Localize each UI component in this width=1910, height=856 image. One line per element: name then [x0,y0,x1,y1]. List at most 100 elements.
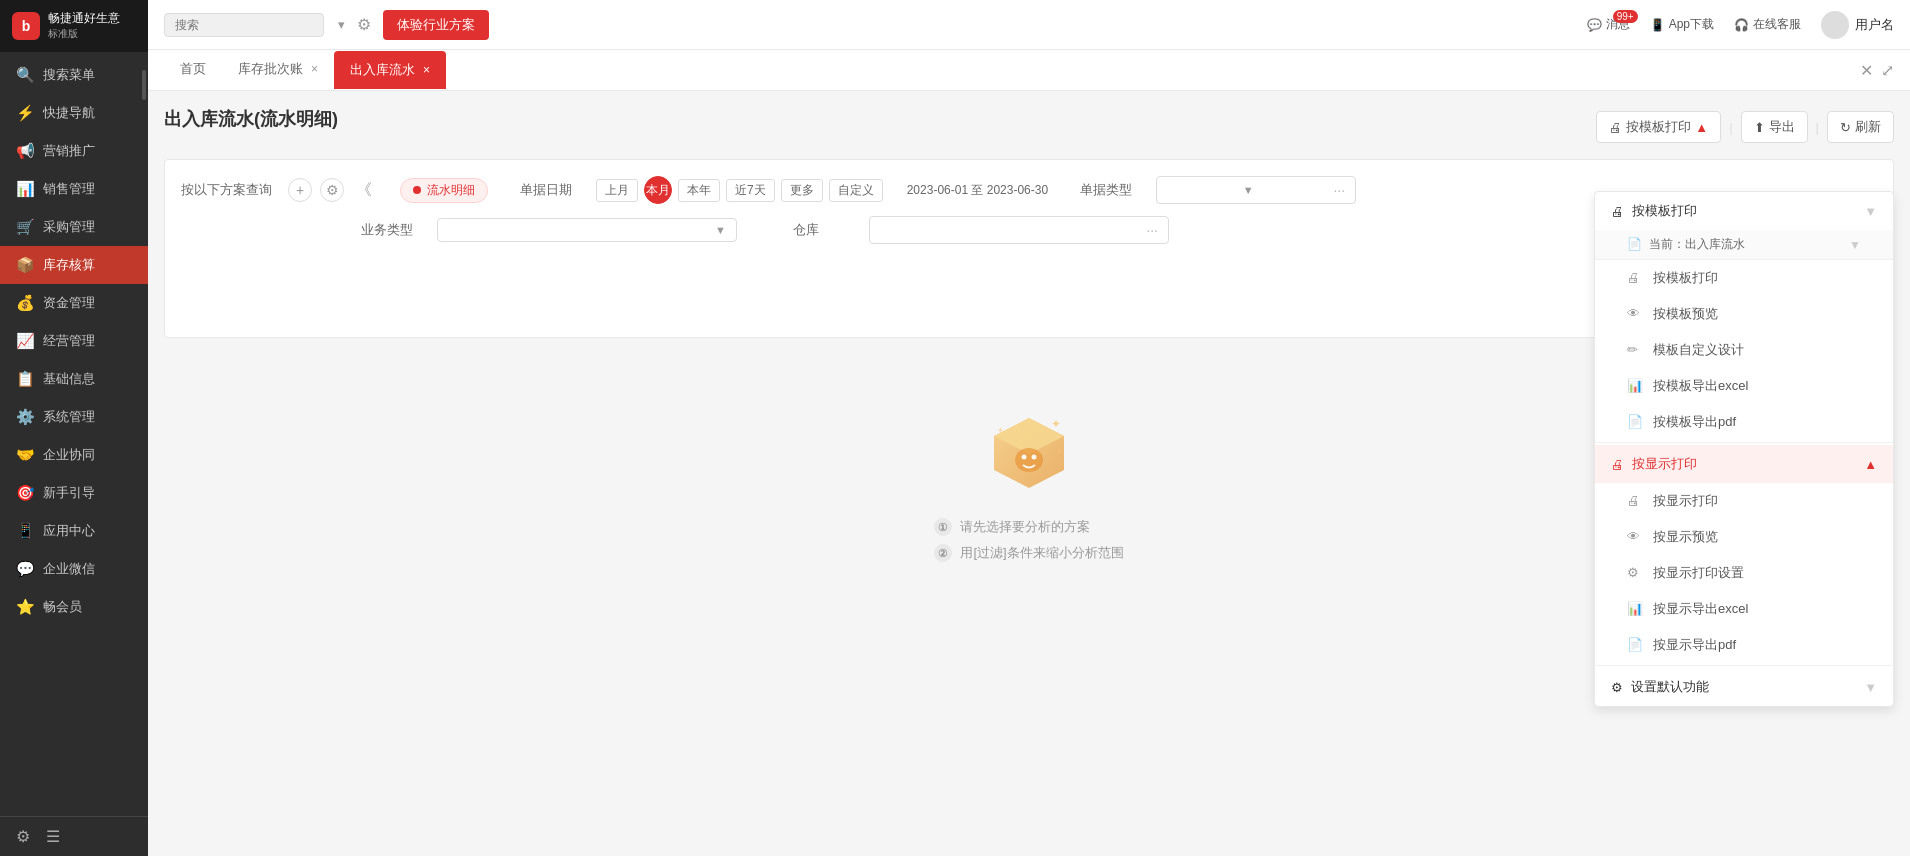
message-icon: 💬 [1587,18,1602,32]
sidebar-item-cooperation[interactable]: 🤝 企业协同 [0,436,148,474]
sidebar-item-app-center[interactable]: 📱 应用中心 [0,512,148,550]
operation-icon: 📈 [16,332,35,350]
sidebar-item-marketing[interactable]: 📢 营销推广 [0,132,148,170]
settings-footer-btn[interactable]: ⚙ [16,827,30,846]
sidebar-item-member[interactable]: ⭐ 畅会员 [0,588,148,626]
template-export-excel-item[interactable]: 📊 按模板导出excel [1595,368,1893,404]
display-export-excel-item[interactable]: 📊 按显示导出excel [1595,591,1893,627]
tab-close-all-btn[interactable]: ✕ [1860,61,1873,80]
page-title: 出入库流水(流水明细) [164,107,338,131]
filter-add-btn[interactable]: + [288,178,312,202]
sidebar-item-newbie[interactable]: 🎯 新手引导 [0,474,148,512]
sidebar-item-sales[interactable]: 📊 销售管理 [0,170,148,208]
display-print-settings-item[interactable]: ⚙ 按显示打印设置 [1595,555,1893,591]
finance-icon: 💰 [16,294,35,312]
tab-bar-right-controls: ✕ ⤢ [1860,61,1894,80]
sidebar-item-quick-nav[interactable]: ⚡ 快捷导航 [0,94,148,132]
display-print-section-header[interactable]: 🖨 按显示打印 ▲ [1595,445,1893,483]
warehouse-select[interactable]: ··· [869,216,1169,244]
filter-tag-dot [413,186,421,194]
filter-main-label: 按以下方案查询 [181,181,272,199]
design-icon: ✏ [1627,342,1643,358]
sidebar-item-operation[interactable]: 📈 经营管理 [0,322,148,360]
step-2-num: ② [934,544,952,562]
menu-toggle-btn[interactable]: ☰ [46,827,60,846]
sidebar-item-label: 系统管理 [43,408,95,426]
print-dropdown-panel: 🖨 按模板打印 ▼ 📄 当前：出入库流水 ▼ 🖨 按模板打印 👁 [1594,191,1894,707]
sidebar-item-label: 应用中心 [43,522,95,540]
sidebar-item-basic[interactable]: 📋 基础信息 [0,360,148,398]
printer-icon: 🖨 [1627,270,1643,286]
tab-flow-close[interactable]: × [423,63,430,77]
basic-icon: 📋 [16,370,35,388]
sales-icon: 📊 [16,180,35,198]
preview-icon: 👁 [1627,306,1643,322]
date-this-month-btn[interactable]: 本月 [644,176,672,204]
template-preview-item[interactable]: 👁 按模板预览 [1595,296,1893,332]
sidebar-item-finance[interactable]: 💰 资金管理 [0,284,148,322]
date-custom-btn[interactable]: 自定义 [829,179,883,202]
display-export-pdf-item[interactable]: 📄 按显示导出pdf [1595,627,1893,663]
topbar-app-download-btn[interactable]: 📱 App下载 [1650,16,1714,33]
sidebar-item-label: 采购管理 [43,218,95,236]
display-print-item[interactable]: 🖨 按显示打印 [1595,483,1893,519]
date-this-year-btn[interactable]: 本年 [678,179,720,202]
doc-type-more-icon: ··· [1333,182,1345,198]
topbar-online-service-btn[interactable]: 🎧 在线客服 [1734,16,1801,33]
message-badge: 99+ [1613,10,1638,23]
sidebar-item-purchase[interactable]: 🛒 采购管理 [0,208,148,246]
tab-batch-account[interactable]: 库存批次账 × [222,50,334,90]
biz-type-select[interactable]: ▼ [437,218,737,242]
tab-bar: 首页 库存批次账 × 出入库流水 × ✕ ⤢ [148,50,1910,91]
doc-type-arrow: ▼ [1243,184,1254,196]
refresh-icon: ↻ [1840,120,1851,135]
service-label: 在线客服 [1753,16,1801,33]
topbar-chevron-icon[interactable]: ▾ [338,17,345,32]
topbar-gear-icon[interactable]: ⚙ [357,15,371,34]
sidebar-item-label: 企业微信 [43,560,95,578]
topbar-message-btn[interactable]: 💬 消息 99+ [1587,16,1630,33]
sidebar-item-wechat[interactable]: 💬 企业微信 [0,550,148,588]
refresh-btn[interactable]: ↻ 刷新 [1827,111,1894,143]
template-export-pdf-item[interactable]: 📄 按模板导出pdf [1595,404,1893,440]
doc-type-select[interactable]: ▼ ··· [1156,176,1356,204]
export-icon: ⬆ [1754,120,1765,135]
sidebar-item-system[interactable]: ⚙️ 系统管理 [0,398,148,436]
excel-icon: 📊 [1627,378,1643,394]
toolbar-divider-1: | [1729,120,1732,135]
filter-settings-btn[interactable]: ⚙ [320,178,344,202]
topbar-search-input[interactable] [164,13,324,37]
topbar-user-btn[interactable]: 用户名 [1821,11,1894,39]
quick-nav-icon: ⚡ [16,104,35,122]
date-last-7-btn[interactable]: 近7天 [726,179,775,202]
display-printer-icon: 🖨 [1627,493,1643,509]
wechat-icon: 💬 [16,560,35,578]
date-more-btn[interactable]: 更多 [781,179,823,202]
user-name: 用户名 [1855,16,1894,34]
date-last-month-btn[interactable]: 上月 [596,179,638,202]
sidebar-nav: 🔍 搜索菜单 ⚡ 快捷导航 📢 营销推广 📊 销售管理 🛒 采购管理 📦 库存核… [0,52,148,816]
tab-flow[interactable]: 出入库流水 × [334,51,446,89]
brand-badge: 标准版 [48,27,120,41]
filter-active-tag[interactable]: 流水明细 [400,178,488,203]
default-section-header[interactable]: ⚙ 设置默认功能 ▼ [1595,668,1893,706]
filter-collapse-btn[interactable]: 《 [352,178,376,202]
template-print-item[interactable]: 🖨 按模板打印 [1595,260,1893,296]
display-preview-item[interactable]: 👁 按显示预览 [1595,519,1893,555]
export-btn[interactable]: ⬆ 导出 [1741,111,1808,143]
sidebar-item-inventory[interactable]: 📦 库存核算 [0,246,148,284]
tab-home[interactable]: 首页 [164,50,222,90]
empty-steps-list: ① 请先选择要分析的方案 ② 用[过滤]条件来缩小分析范围 [934,518,1123,570]
printer-icon: 🖨 [1609,120,1622,135]
svg-text:✦: ✦ [1057,448,1062,454]
template-print-section-header[interactable]: 🖨 按模板打印 ▼ [1595,192,1893,230]
tab-batch-account-close[interactable]: × [311,62,318,76]
trial-btn[interactable]: 体验行业方案 [383,10,489,40]
template-custom-item[interactable]: ✏ 模板自定义设计 [1595,332,1893,368]
print-template-btn[interactable]: 🖨 按模板打印 ▲ [1596,111,1721,143]
empty-state-icon: ✦ ✦ ✦ [979,398,1079,498]
biz-type-label: 业务类型 [361,221,421,239]
sidebar-item-search[interactable]: 🔍 搜索菜单 [0,56,148,94]
tab-expand-btn[interactable]: ⤢ [1881,61,1894,80]
member-icon: ⭐ [16,598,35,616]
